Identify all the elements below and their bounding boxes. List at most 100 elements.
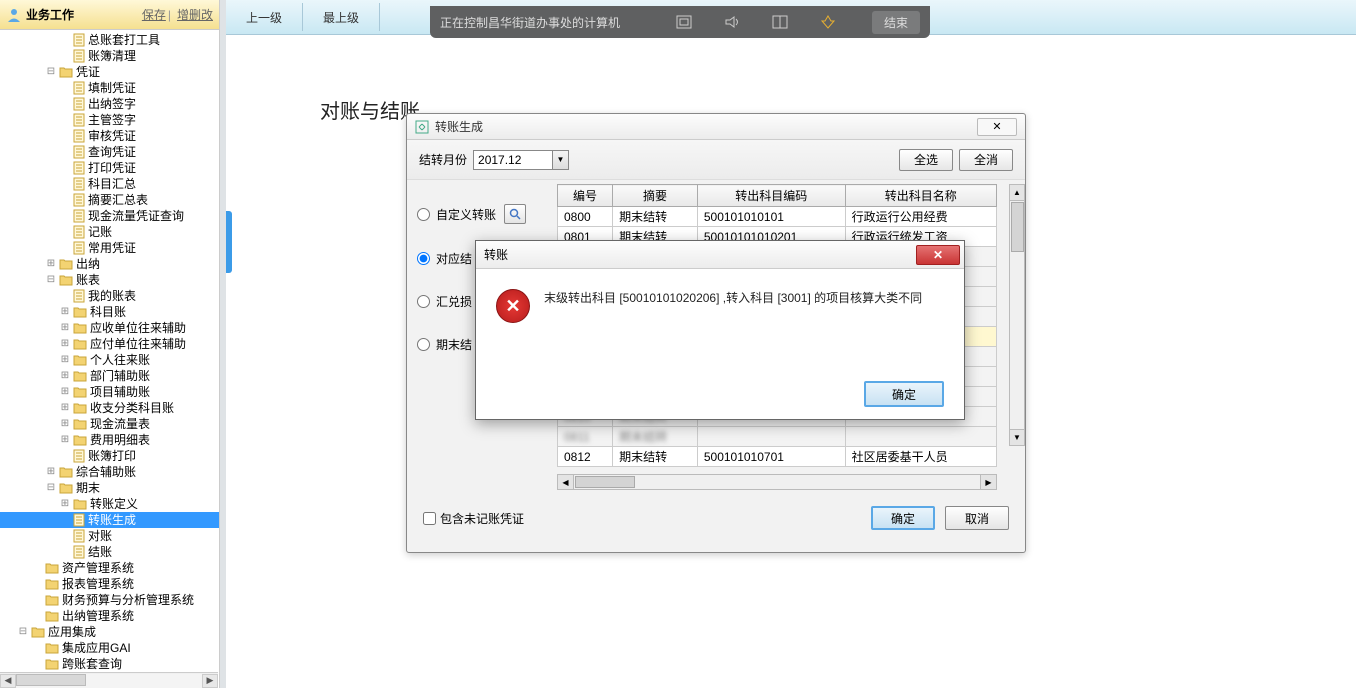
tree-item[interactable]: 结账	[0, 544, 219, 560]
tree-item[interactable]: ⊟应用集成	[0, 624, 219, 640]
table-row[interactable]: 0800期末结转500101010101行政运行公用经费	[558, 207, 997, 227]
tree-item[interactable]: 出纳签字	[0, 96, 219, 112]
file-icon	[73, 49, 85, 63]
table-header[interactable]: 转出科目名称	[845, 185, 996, 207]
table-header[interactable]: 编号	[558, 185, 613, 207]
dialog-close-button[interactable]: ✕	[977, 118, 1017, 136]
include-unposted-checkbox[interactable]: 包含未记账凭证	[423, 510, 524, 527]
tree-item-label: 对账	[88, 528, 112, 544]
tree-item[interactable]: 报表管理系统	[0, 576, 219, 592]
scroll-left-icon[interactable]: ◀	[558, 475, 574, 489]
tree-item-label: 出纳管理系统	[62, 608, 134, 624]
tree-item[interactable]: 记账	[0, 224, 219, 240]
add-del-link[interactable]: 增删改	[177, 6, 213, 23]
tree-item[interactable]: 账簿打印	[0, 448, 219, 464]
file-icon	[73, 81, 85, 95]
tree-item-label: 记账	[88, 224, 112, 240]
tree-item[interactable]: ⊟凭证	[0, 64, 219, 80]
tree-item[interactable]: 跨账套查询	[0, 656, 219, 670]
folder-icon	[59, 258, 73, 270]
tree-item[interactable]: ⊞项目辅助账	[0, 384, 219, 400]
deselect-all-button[interactable]: 全消	[959, 149, 1013, 171]
tree-item[interactable]: 转账生成	[0, 512, 219, 528]
modal-titlebar[interactable]: 转账 ✕	[476, 241, 964, 269]
tree-item[interactable]: 查询凭证	[0, 144, 219, 160]
sidebar-header: 业务工作 保存 | 增删改	[0, 0, 219, 30]
month-combo[interactable]: 2017.12 ▼	[473, 150, 569, 170]
tree-item[interactable]: 现金流量凭证查询	[0, 208, 219, 224]
folder-icon	[45, 578, 59, 590]
tree-item[interactable]: 填制凭证	[0, 80, 219, 96]
tree-item[interactable]: 常用凭证	[0, 240, 219, 256]
dialog-cancel-button[interactable]: 取消	[945, 506, 1009, 530]
tree-item[interactable]: ⊞应付单位往来辅助	[0, 336, 219, 352]
modal-ok-button[interactable]: 确定	[864, 381, 944, 407]
tree-item[interactable]: 对账	[0, 528, 219, 544]
tree-item-label: 出纳签字	[88, 96, 136, 112]
tree-item-label: 账表	[76, 272, 100, 288]
tree-item[interactable]: ⊞科目账	[0, 304, 219, 320]
tree-item-label: 我的账表	[88, 288, 136, 304]
end-button[interactable]: 结束	[872, 11, 920, 34]
tree-item[interactable]: 主管签字	[0, 112, 219, 128]
tree-item[interactable]: ⊞个人往来账	[0, 352, 219, 368]
dialog-footer: 包含未记账凭证 确定 取消	[407, 490, 1025, 546]
tree-item[interactable]: ⊟账表	[0, 272, 219, 288]
tree-item[interactable]: 集成应用GAI	[0, 640, 219, 656]
tree-item[interactable]: 打印凭证	[0, 160, 219, 176]
table-header[interactable]: 转出科目编码	[697, 185, 845, 207]
sidebar-hscroll[interactable]: ◀ ▶	[0, 672, 218, 688]
tree-item[interactable]: 摘要汇总表	[0, 192, 219, 208]
tree-item[interactable]: 审核凭证	[0, 128, 219, 144]
table-hscroll[interactable]: ◀ ▶	[557, 474, 997, 490]
file-icon	[73, 513, 85, 527]
select-all-button[interactable]: 全选	[899, 149, 953, 171]
fullscreen-icon[interactable]	[670, 12, 698, 32]
tree-item[interactable]: ⊞现金流量表	[0, 416, 219, 432]
tree-item[interactable]: ⊞出纳	[0, 256, 219, 272]
up-level-button[interactable]: 上一级	[226, 3, 302, 31]
tree-item-label: 科目汇总	[88, 176, 136, 192]
scroll-right-icon[interactable]: ▶	[202, 674, 218, 688]
pin-icon[interactable]	[814, 12, 842, 32]
save-link[interactable]: 保存	[142, 6, 166, 23]
window-icon[interactable]	[766, 12, 794, 32]
tree-item-label: 填制凭证	[88, 80, 136, 96]
table-header[interactable]: 摘要	[613, 185, 698, 207]
top-level-button[interactable]: 最上级	[303, 3, 379, 31]
search-icon[interactable]	[504, 204, 526, 224]
tree-item[interactable]: 资产管理系统	[0, 560, 219, 576]
scroll-left-icon[interactable]: ◀	[0, 674, 16, 688]
scroll-right-icon[interactable]: ▶	[980, 475, 996, 489]
tree-item[interactable]: 出纳管理系统	[0, 608, 219, 624]
chevron-down-icon[interactable]: ▼	[552, 151, 568, 169]
file-icon	[73, 225, 85, 239]
folder-icon	[31, 626, 45, 638]
sound-icon[interactable]	[718, 12, 746, 32]
dialog-ok-button[interactable]: 确定	[871, 506, 935, 530]
radio-custom[interactable]: 自定义转账	[417, 204, 547, 224]
tree-item[interactable]: 我的账表	[0, 288, 219, 304]
tree-item[interactable]: ⊞转账定义	[0, 496, 219, 512]
tree-item[interactable]: 账簿清理	[0, 48, 219, 64]
table-row[interactable]: 0812期末结转500101010701社区居委基干人员	[558, 447, 997, 467]
file-icon	[73, 449, 85, 463]
tree-item[interactable]: 科目汇总	[0, 176, 219, 192]
nav-tree[interactable]: 总账套打工具账簿清理⊟凭证填制凭证出纳签字主管签字审核凭证查询凭证打印凭证科目汇…	[0, 30, 219, 670]
tree-item[interactable]: 财务预算与分析管理系统	[0, 592, 219, 608]
tree-item[interactable]: ⊟期末	[0, 480, 219, 496]
modal-close-button[interactable]: ✕	[916, 245, 960, 265]
tree-item[interactable]: ⊞综合辅助账	[0, 464, 219, 480]
tree-item[interactable]: ⊞应收单位往来辅助	[0, 320, 219, 336]
scroll-down-icon[interactable]: ▼	[1010, 429, 1024, 445]
side-tab-icon[interactable]	[226, 211, 232, 273]
tree-item[interactable]: 总账套打工具	[0, 32, 219, 48]
tree-item[interactable]: ⊞部门辅助账	[0, 368, 219, 384]
tree-item[interactable]: ⊞收支分类科目账	[0, 400, 219, 416]
table-vscroll[interactable]: ▲ ▼	[1009, 184, 1025, 446]
scroll-up-icon[interactable]: ▲	[1010, 185, 1024, 201]
tree-item[interactable]: ⊞费用明细表	[0, 432, 219, 448]
modal-title: 转账	[484, 246, 916, 263]
table-row[interactable]: 0811期末结转	[558, 427, 997, 447]
dialog-titlebar[interactable]: 转账生成 ✕	[407, 114, 1025, 140]
